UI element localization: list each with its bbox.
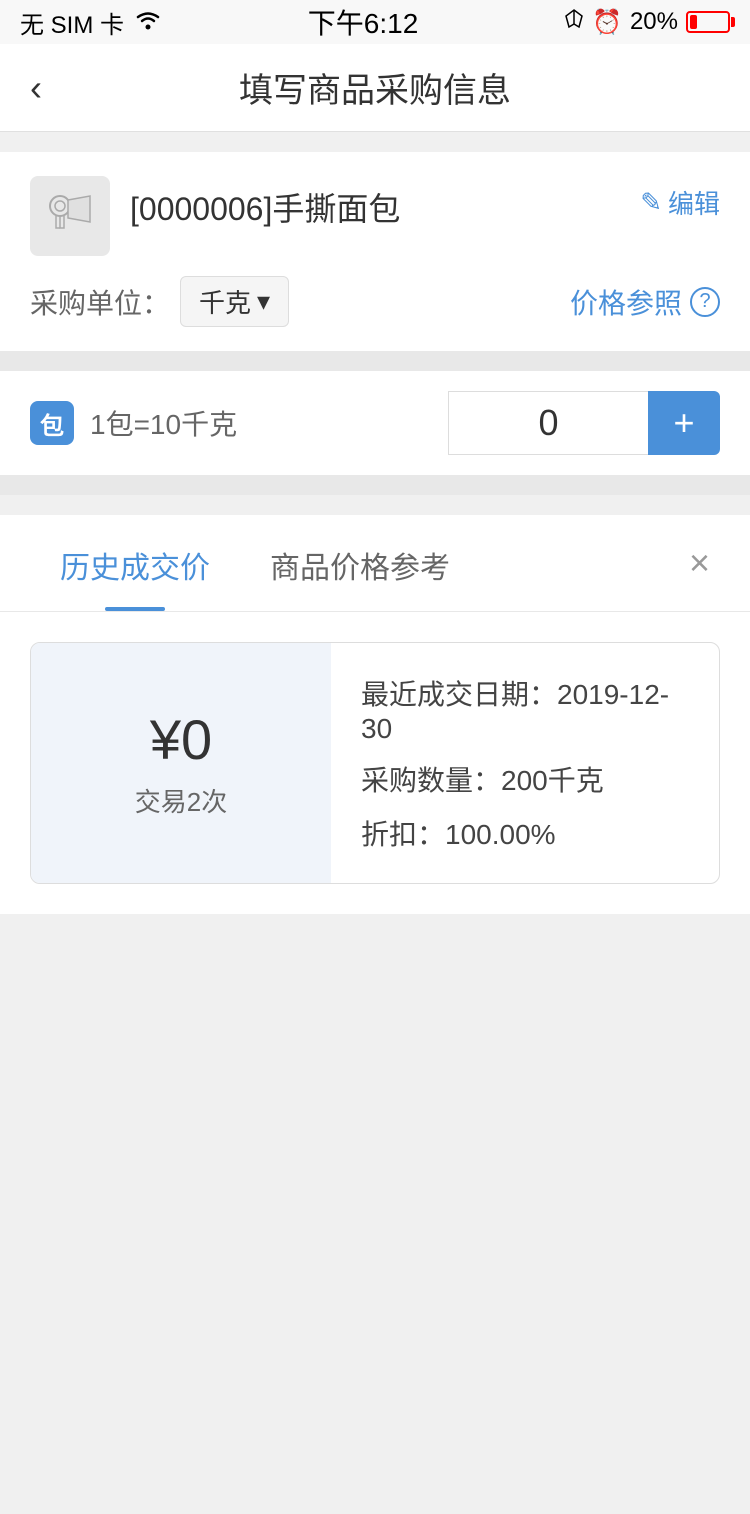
back-button[interactable]: ‹ (30, 67, 42, 109)
section-divider (0, 351, 750, 371)
wifi-icon (134, 8, 162, 37)
tab-history-label: 历史成交价 (60, 552, 210, 585)
price-ref-help-icon: ? (690, 287, 720, 317)
tab-panel: 历史成交价 商品价格参考 × ¥0 交易2次 最近成交日期：2019-12-30… (0, 515, 750, 914)
history-price-value: ¥0 (150, 707, 212, 772)
history-price-summary: ¥0 交易2次 (31, 643, 331, 883)
price-ref-label: 价格参照 (570, 282, 682, 322)
dropdown-icon: ▾ (257, 286, 270, 317)
price-number: 0 (181, 708, 212, 771)
quantity-plus-button[interactable]: + (648, 391, 720, 455)
tab-header: 历史成交价 商品价格参考 × (0, 515, 750, 612)
carrier-text: 无 SIM 卡 (20, 5, 124, 40)
quantity-control: + (448, 391, 720, 455)
battery-percent: 20% (630, 8, 678, 36)
history-content: ¥0 交易2次 最近成交日期：2019-12-30 采购数量：200千克 折扣：… (0, 612, 750, 914)
quantity-input[interactable] (448, 391, 648, 455)
section-divider-2 (0, 475, 750, 495)
tab-history-price[interactable]: 历史成交价 (30, 515, 240, 611)
product-unit-row: 采购单位： 千克 ▾ 价格参照 ? (30, 276, 720, 327)
unit-value: 千克 (199, 283, 251, 320)
quantity-row: 包 1包=10千克 + (0, 371, 750, 475)
discount-label: 折扣： (361, 819, 445, 850)
tab-reference-label: 商品价格参考 (270, 552, 450, 585)
purchase-qty-label: 采购数量： (361, 765, 501, 796)
edit-label: 编辑 (668, 184, 720, 221)
edit-icon: ✎ (640, 187, 662, 218)
unit-label: 采购单位： (30, 282, 170, 322)
status-bar: 无 SIM 卡 下午6:12 ⏰ 20% (0, 0, 750, 44)
unit-dropdown[interactable]: 千克 ▾ (180, 276, 289, 327)
status-left: 无 SIM 卡 (20, 5, 162, 40)
status-right: ⏰ 20% (564, 8, 730, 37)
unit-icon-badge: 包 (30, 401, 74, 445)
currency-symbol: ¥ (150, 708, 181, 771)
history-details: 最近成交日期：2019-12-30 采购数量：200千克 折扣：100.00% (331, 643, 719, 883)
discount-value: 100.00% (445, 819, 556, 850)
nav-bar: ‹ 填写商品采购信息 (0, 44, 750, 132)
status-time: 下午6:12 (308, 2, 419, 42)
tab-items: 历史成交价 商品价格参考 (30, 515, 480, 611)
recent-date-label: 最近成交日期： (361, 679, 557, 710)
purchase-qty-value: 200千克 (501, 765, 604, 796)
product-thumbnail (30, 176, 110, 256)
alarm-icon: ⏰ (592, 8, 622, 37)
history-card: ¥0 交易2次 最近成交日期：2019-12-30 采购数量：200千克 折扣：… (30, 642, 720, 884)
tab-close-button[interactable]: × (679, 532, 720, 594)
purchase-qty-row: 采购数量：200千克 (361, 759, 689, 799)
product-thumb-icon (40, 186, 100, 246)
location-icon (564, 8, 584, 37)
unit-selector-group: 采购单位： 千克 ▾ (30, 276, 289, 327)
trades-count: 交易2次 (135, 782, 227, 819)
product-card: [0000006]手撕面包 ✎ 编辑 采购单位： 千克 ▾ 价格参照 ? (0, 152, 750, 351)
product-name: [0000006]手撕面包 (130, 176, 400, 230)
product-top: [0000006]手撕面包 ✎ 编辑 (30, 176, 720, 256)
battery-icon (686, 11, 730, 33)
main-content-area (0, 914, 750, 1514)
recent-date-row: 最近成交日期：2019-12-30 (361, 673, 689, 745)
product-info: [0000006]手撕面包 (30, 176, 400, 256)
quantity-unit-info: 包 1包=10千克 (30, 401, 237, 445)
unit-conversion-text: 1包=10千克 (90, 403, 237, 443)
discount-row: 折扣：100.00% (361, 813, 689, 853)
price-reference-button[interactable]: 价格参照 ? (570, 282, 720, 322)
tab-price-reference[interactable]: 商品价格参考 (240, 515, 480, 611)
page-title: 填写商品采购信息 (239, 63, 511, 112)
edit-button[interactable]: ✎ 编辑 (640, 176, 720, 221)
